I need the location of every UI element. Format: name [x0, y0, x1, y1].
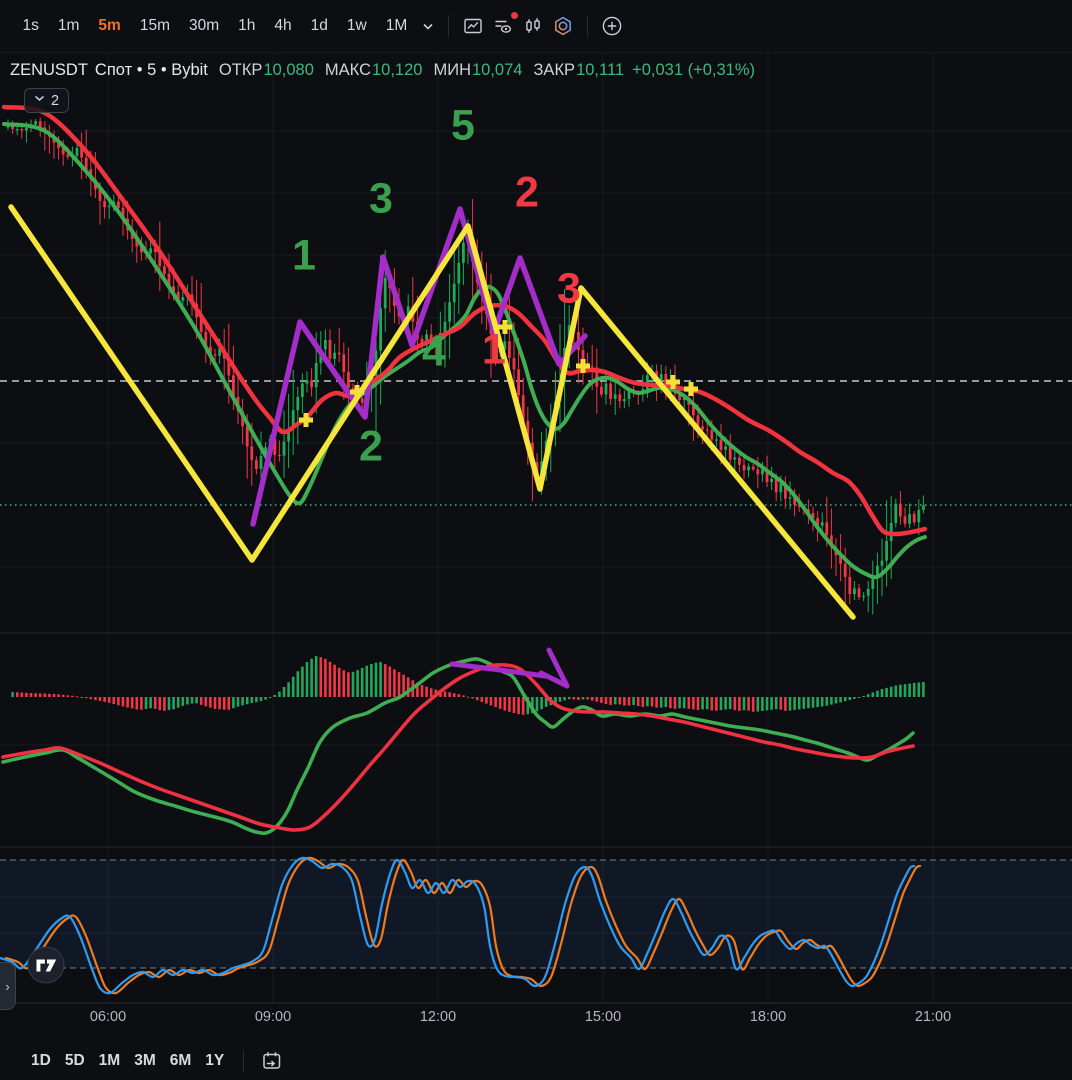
- timeframe-1w[interactable]: 1w: [337, 13, 376, 39]
- timeframe-1m[interactable]: 1m: [48, 13, 89, 39]
- add-compare-icon[interactable]: [597, 11, 627, 41]
- tradingview-logo-icon[interactable]: [25, 944, 67, 991]
- go-to-date-icon[interactable]: [256, 1045, 287, 1076]
- timeframe-dropdown-caret-icon[interactable]: [417, 19, 439, 34]
- toolbar-separator: [243, 1049, 245, 1072]
- alert-dot: [510, 12, 518, 19]
- object-tree-badge[interactable]: 2: [24, 88, 70, 113]
- ohlc-low: МИН 10,074: [433, 61, 523, 79]
- symbol-detail: Спот • 5 • Bybit: [94, 61, 208, 79]
- wave-label-red-2: 2: [515, 168, 539, 217]
- indicators-list-icon[interactable]: [488, 11, 518, 41]
- timeframe-30m[interactable]: 30m: [179, 13, 228, 39]
- ohlc-close: ЗАКР 10,111: [533, 61, 625, 79]
- timeframe-5m[interactable]: 5m: [89, 13, 130, 39]
- time-label: 09:00: [254, 1009, 292, 1025]
- toolbar-separator: [586, 15, 588, 37]
- yellow-zigzag-drawing: [8, 204, 856, 620]
- bottom-toolbar: 1D 5D 1M 3M 6M 1Y: [0, 1041, 1072, 1080]
- timeframe-4h[interactable]: 4h: [265, 13, 301, 39]
- macd-pane: [1, 647, 925, 836]
- wave-label-green-2: 2: [359, 422, 383, 471]
- time-label: 15:00: [584, 1009, 622, 1025]
- price-change: +0,031 (+0,31%): [632, 61, 756, 79]
- time-label: 12:00: [419, 1009, 457, 1025]
- ohlc-open: ОТКР 10,080: [218, 61, 314, 79]
- wave-label-green-4: 4: [422, 327, 446, 376]
- pane-expand-handle[interactable]: ›: [0, 962, 16, 1010]
- wave-label-red-1: 1: [482, 325, 506, 374]
- chart-canvas[interactable]: [0, 0, 1072, 1080]
- timeframe-1s[interactable]: 1s: [13, 13, 48, 39]
- wave-label-green-3: 3: [369, 174, 393, 223]
- range-5D[interactable]: 5D: [58, 1049, 92, 1073]
- time-axis[interactable]: 06:00 09:00 12:00 15:00 18:00 21:00: [0, 1009, 1072, 1033]
- toolbar-separator: [447, 15, 449, 37]
- range-6M[interactable]: 6M: [163, 1049, 199, 1073]
- symbol-legend[interactable]: ZENUSDT Спот • 5 • Bybit ОТКР 10,080 МАК…: [10, 61, 755, 80]
- symbol-name[interactable]: ZENUSDT: [10, 61, 88, 80]
- top-toolbar: 1s 1m 5m 15m 30m 1h 4h 1d 1w 1M: [0, 0, 1072, 53]
- range-1Y[interactable]: 1Y: [198, 1049, 231, 1073]
- macd-signal-line: [1, 663, 915, 832]
- wave-label-red-3: 3: [557, 264, 581, 313]
- plus-marker: [684, 382, 698, 396]
- wave-label-green-1: 1: [292, 231, 316, 280]
- ma-fast-line: [2, 122, 927, 580]
- ma-slow-line: [1, 104, 928, 537]
- timeframe-1M[interactable]: 1M: [376, 13, 417, 39]
- chart-style-icon[interactable]: [458, 11, 488, 41]
- wave-label-green-5: 5: [451, 101, 475, 150]
- ohlc-high: МАКС 10,120: [324, 61, 423, 79]
- candles-style-icon[interactable]: [518, 11, 548, 41]
- range-3M[interactable]: 3M: [127, 1049, 163, 1073]
- range-1D[interactable]: 1D: [24, 1049, 58, 1073]
- chevron-down-icon: [34, 94, 45, 105]
- timeframe-1h[interactable]: 1h: [229, 13, 265, 39]
- time-label: 06:00: [89, 1009, 127, 1025]
- strategy-hexagon-icon[interactable]: [548, 11, 578, 41]
- time-label: 21:00: [914, 1009, 952, 1025]
- range-1M[interactable]: 1M: [92, 1049, 128, 1073]
- object-count: 2: [51, 92, 60, 109]
- time-label: 18:00: [749, 1009, 787, 1025]
- timeframe-1d[interactable]: 1d: [301, 13, 337, 39]
- trading-chart-app: 1s 1m 5m 15m 30m 1h 4h 1d 1w 1M ZENUSDT …: [0, 0, 1072, 1080]
- timeframe-15m[interactable]: 15m: [130, 13, 179, 39]
